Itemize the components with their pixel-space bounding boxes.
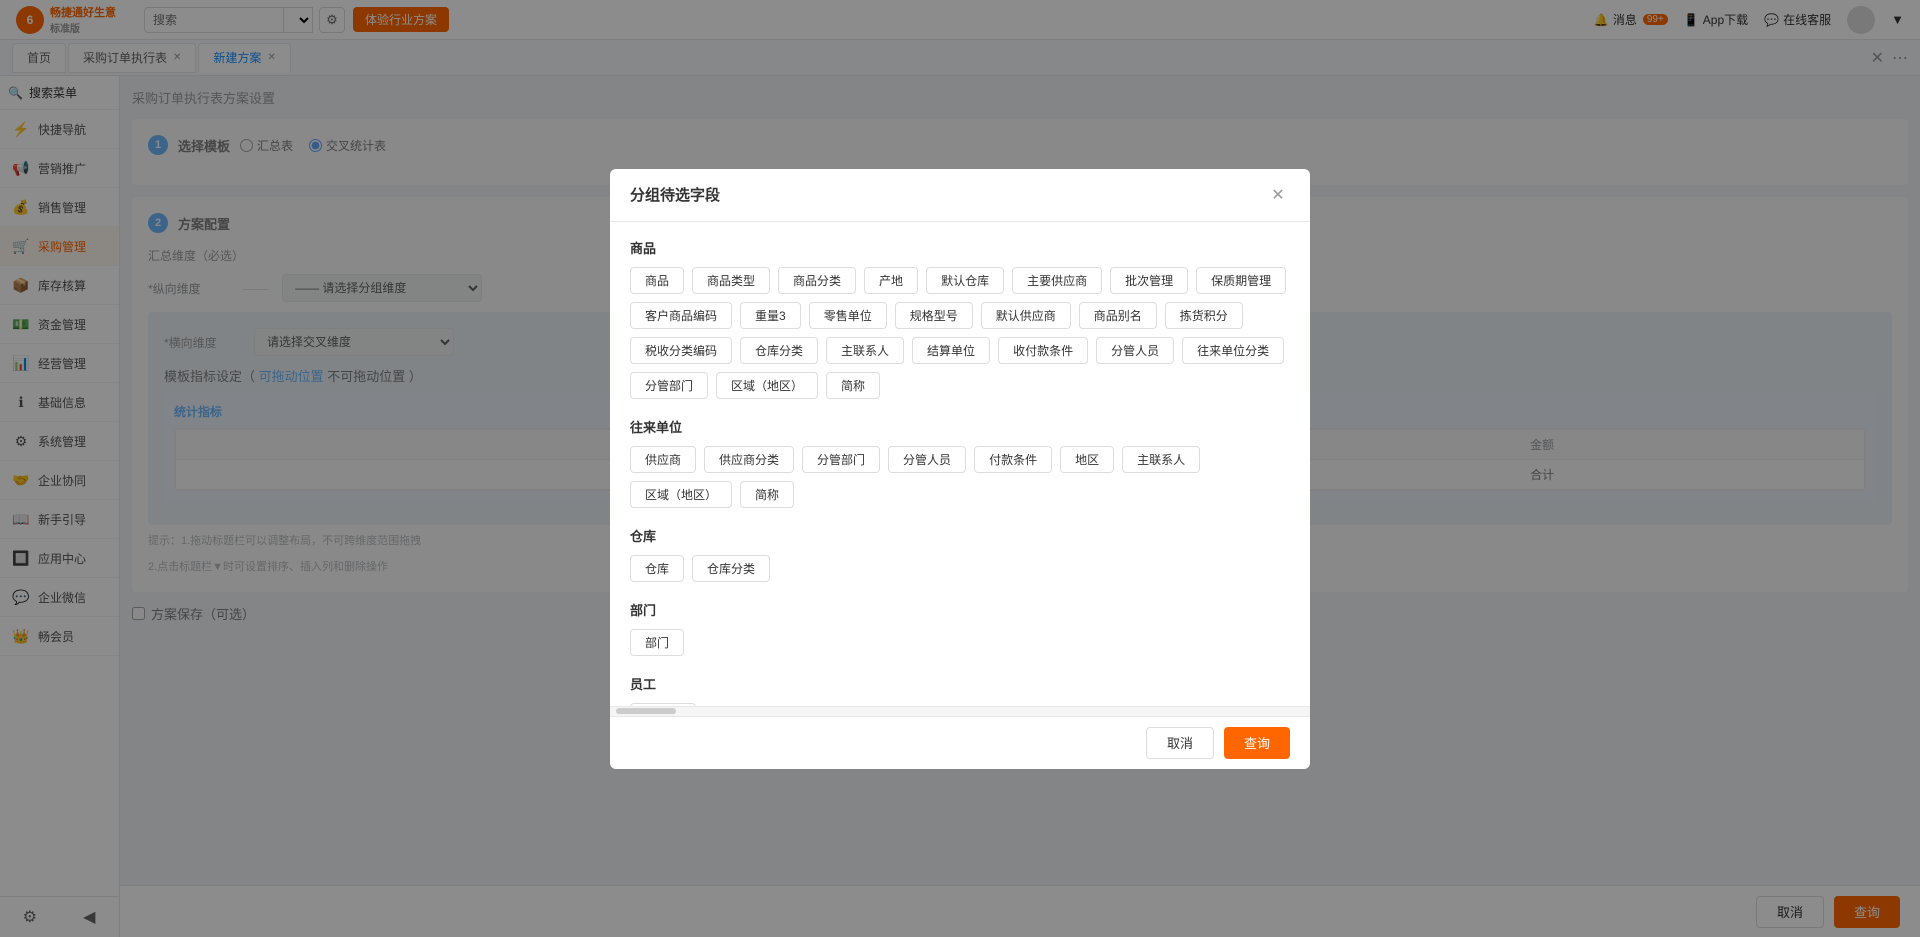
tag-goods[interactable]: 商品 [630,267,684,294]
section-department: 部门 部门 [630,600,1290,656]
tag-pick-points[interactable]: 拣货积分 [1165,302,1243,329]
section-goods-tags: 商品 商品类型 商品分类 产地 默认仓库 主要供应商 批次管理 保质期管理 客户… [630,267,1290,399]
modal-hscrollbar[interactable] [610,706,1310,715]
tag-main-contact[interactable]: 主联系人 [826,337,904,364]
tag-batch-mgmt[interactable]: 批次管理 [1110,267,1188,294]
modal-body[interactable]: 商品 商品 商品类型 商品分类 产地 默认仓库 主要供应商 批次管理 保质期管理… [610,222,1310,707]
tag-region-goods[interactable]: 区域（地区） [716,372,818,399]
tag-warehouse[interactable]: 仓库 [630,555,684,582]
tag-partner-contact[interactable]: 主联系人 [1122,446,1200,473]
modal-overlay: 分组待选字段 ✕ 商品 商品 商品类型 商品分类 产地 默认仓库 主要供应商 批… [0,0,1920,937]
tag-short-name-goods[interactable]: 简称 [826,372,880,399]
tag-default-supplier[interactable]: 默认供应商 [981,302,1071,329]
tag-supervisor[interactable]: 分管人员 [1096,337,1174,364]
tag-area[interactable]: 地区 [1060,446,1114,473]
tag-retail-unit[interactable]: 零售单位 [809,302,887,329]
tag-goods-category[interactable]: 商品分类 [778,267,856,294]
modal-close-button[interactable]: ✕ [1266,183,1290,207]
tag-origin[interactable]: 产地 [864,267,918,294]
tag-default-warehouse[interactable]: 默认仓库 [926,267,1004,294]
section-employee: 员工 业务员 [630,674,1290,707]
tag-partner-supervisor[interactable]: 分管人员 [888,446,966,473]
tag-expiry-mgmt[interactable]: 保质期管理 [1196,267,1286,294]
tag-supplier-category[interactable]: 供应商分类 [704,446,794,473]
section-warehouse: 仓库 仓库 仓库分类 [630,526,1290,582]
tag-short-name-partner[interactable]: 简称 [740,481,794,508]
section-partner-title: 往来单位 [630,417,1290,436]
section-goods: 商品 商品 商品类型 商品分类 产地 默认仓库 主要供应商 批次管理 保质期管理… [630,238,1290,399]
tag-partner-category[interactable]: 往来单位分类 [1182,337,1284,364]
tag-main-supplier[interactable]: 主要供应商 [1012,267,1102,294]
tag-weight[interactable]: 重量3 [740,302,801,329]
tag-supplier[interactable]: 供应商 [630,446,696,473]
tag-dept[interactable]: 分管部门 [630,372,708,399]
tag-partner-dept[interactable]: 分管部门 [802,446,880,473]
section-partner-tags: 供应商 供应商分类 分管部门 分管人员 付款条件 地区 主联系人 区域（地区） … [630,446,1290,508]
section-warehouse-title: 仓库 [630,526,1290,545]
section-goods-title: 商品 [630,238,1290,257]
tag-tax-code[interactable]: 税收分类编码 [630,337,732,364]
section-dept-tags: 部门 [630,629,1290,656]
modal-confirm-button[interactable]: 查询 [1224,727,1290,759]
tag-warehouse-cat[interactable]: 仓库分类 [692,555,770,582]
tag-region-partner[interactable]: 区域（地区） [630,481,732,508]
tag-spec-model[interactable]: 规格型号 [895,302,973,329]
modal-title: 分组待选字段 [630,184,720,205]
modal-dialog: 分组待选字段 ✕ 商品 商品 商品类型 商品分类 产地 默认仓库 主要供应商 批… [610,169,1310,769]
section-employee-title: 员工 [630,674,1290,693]
section-partner: 往来单位 供应商 供应商分类 分管部门 分管人员 付款条件 地区 主联系人 区域… [630,417,1290,508]
modal-footer: 取消 查询 [610,716,1310,769]
modal-hscroll-thumb [616,708,676,714]
tag-goods-alias[interactable]: 商品别名 [1079,302,1157,329]
section-warehouse-tags: 仓库 仓库分类 [630,555,1290,582]
modal-cancel-button[interactable]: 取消 [1146,727,1214,759]
tag-goods-type[interactable]: 商品类型 [692,267,770,294]
modal-header: 分组待选字段 ✕ [610,169,1310,222]
tag-settlement-unit[interactable]: 结算单位 [912,337,990,364]
tag-customer-code[interactable]: 客户商品编码 [630,302,732,329]
tag-payment-terms[interactable]: 收付款条件 [998,337,1088,364]
tag-department[interactable]: 部门 [630,629,684,656]
tag-warehouse-category[interactable]: 仓库分类 [740,337,818,364]
section-dept-title: 部门 [630,600,1290,619]
tag-payment-condition[interactable]: 付款条件 [974,446,1052,473]
